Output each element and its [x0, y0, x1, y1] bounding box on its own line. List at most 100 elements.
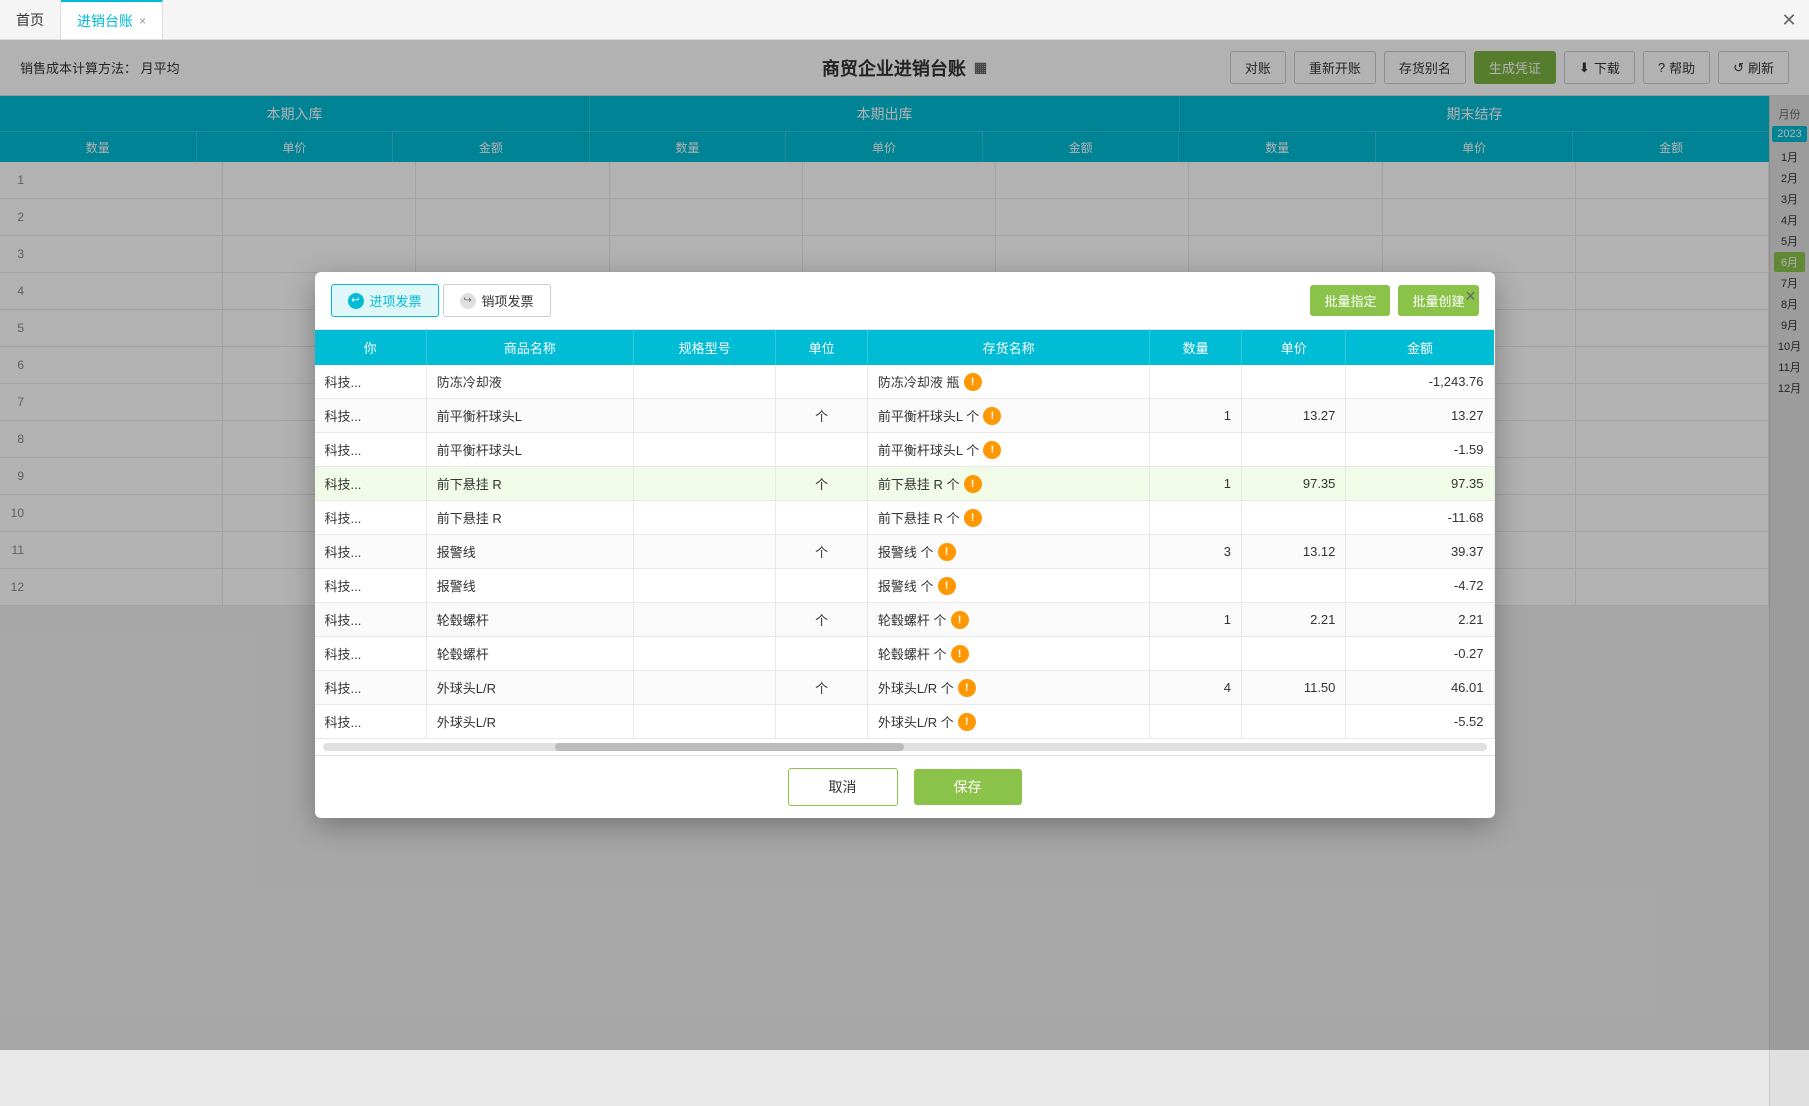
table-cell: -5.52: [1346, 705, 1494, 739]
warning-icon: !: [951, 645, 969, 663]
modal-tabs: ↩ 进项发票 ↪ 销项发票: [331, 284, 551, 317]
th-unit: 单位: [776, 330, 868, 365]
th-company: 你: [315, 330, 427, 365]
table-cell: 科技...: [315, 705, 427, 739]
warning-icon: !: [938, 577, 956, 595]
table-cell: -4.72: [1346, 569, 1494, 603]
table-cell: [776, 501, 868, 535]
table-cell: 报警线 个!: [868, 535, 1150, 568]
warning-icon: !: [958, 679, 976, 697]
table-cell: [1242, 433, 1346, 467]
warning-icon: !: [964, 373, 982, 391]
table-cell: 外球头L/R: [426, 705, 633, 739]
table-cell: -11.68: [1346, 501, 1494, 535]
table-cell: [633, 637, 775, 671]
modal-footer: 取消 保存: [315, 755, 1495, 818]
table-cell: [776, 705, 868, 739]
table-row: 科技...轮毂螺杆个轮毂螺杆 个!12.212.21: [315, 603, 1495, 637]
table-cell: 个: [776, 671, 868, 705]
home-label: 首页: [16, 10, 44, 30]
table-cell: [633, 365, 775, 399]
table-row: 科技...报警线报警线 个!-4.72: [315, 569, 1495, 603]
warning-icon: !: [951, 611, 969, 629]
tab-home[interactable]: 首页: [0, 0, 61, 39]
active-tab-label: 进销台账: [77, 11, 133, 31]
table-cell: [776, 637, 868, 671]
table-cell: -0.27: [1346, 637, 1494, 671]
table-cell: 科技...: [315, 433, 427, 467]
table-cell: 个: [776, 535, 868, 569]
table-cell: [1150, 365, 1242, 399]
table-cell: [776, 433, 868, 467]
table-row: 科技...前下悬挂 R前下悬挂 R 个!-11.68: [315, 501, 1495, 535]
tab-close-icon[interactable]: ×: [139, 15, 146, 27]
table-cell: 46.01: [1346, 671, 1494, 705]
table-cell: 前平衡杆球头L: [426, 433, 633, 467]
table-cell: [1150, 705, 1242, 739]
window-close-button[interactable]: ✕: [1769, 0, 1809, 40]
tab-active[interactable]: 进销台账 ×: [61, 0, 163, 39]
tab-incoming-invoice[interactable]: ↩ 进项发票: [331, 284, 439, 317]
table-cell: 科技...: [315, 365, 427, 399]
table-cell: 2.21: [1346, 603, 1494, 637]
save-button[interactable]: 保存: [914, 769, 1022, 805]
table-cell: 科技...: [315, 603, 427, 637]
table-cell: [633, 671, 775, 705]
table-row: 科技...前下悬挂 R个前下悬挂 R 个!197.3597.35: [315, 467, 1495, 501]
table-cell: [1150, 637, 1242, 671]
table-cell: 97.35: [1346, 467, 1494, 501]
table-cell: 轮毂螺杆: [426, 637, 633, 671]
scrollbar-thumb[interactable]: [555, 743, 904, 751]
warning-icon: !: [958, 713, 976, 731]
table-cell: 个: [776, 603, 868, 637]
table-cell: -1,243.76: [1346, 365, 1494, 399]
table-cell: 13.27: [1346, 399, 1494, 433]
table-cell: [776, 365, 868, 399]
modal-overlay: ↩ 进项发票 ↪ 销项发票 批量指定 批量创建 ×: [0, 40, 1809, 1050]
table-cell: [1150, 501, 1242, 535]
table-cell: 防冻冷却液: [426, 365, 633, 399]
table-cell: -1.59: [1346, 433, 1494, 467]
warning-icon: !: [964, 509, 982, 527]
th-unit-price: 单价: [1242, 330, 1346, 365]
table-cell: 个: [776, 399, 868, 433]
table-cell: 前平衡杆球头L 个!: [868, 399, 1150, 432]
top-bar: 首页 进销台账 × ✕: [0, 0, 1809, 40]
table-cell: 13.27: [1242, 399, 1346, 433]
table-cell: 前下悬挂 R: [426, 501, 633, 535]
table-cell: [1242, 365, 1346, 399]
table-cell: [633, 603, 775, 637]
tab-outgoing-invoice[interactable]: ↪ 销项发票: [443, 284, 551, 317]
table-cell: 前下悬挂 R: [426, 467, 633, 501]
table-row: 科技...前平衡杆球头L前平衡杆球头L 个!-1.59: [315, 433, 1495, 467]
modal-close-button[interactable]: ×: [1459, 284, 1483, 308]
horizontal-scrollbar[interactable]: [323, 743, 1487, 751]
table-cell: [1242, 569, 1346, 603]
warning-icon: !: [983, 441, 1001, 459]
th-product-name: 商品名称: [426, 330, 633, 365]
modal-body[interactable]: 你 商品名称 规格型号 单位 存货名称 数量 单价 金额 科技...防冻冷却液防…: [315, 330, 1495, 755]
table-cell: 报警线 个!: [868, 569, 1150, 602]
table-cell: 前平衡杆球头L: [426, 399, 633, 433]
th-spec: 规格型号: [633, 330, 775, 365]
table-cell: 科技...: [315, 399, 427, 433]
incoming-tab-label: 进项发票: [370, 291, 422, 310]
table-cell: 科技...: [315, 501, 427, 535]
main-content: 销售成本计算方法： 月平均 商贸企业进销台账 ▦ 对账 重新开账 存货别名 生成…: [0, 40, 1809, 1050]
batch-assign-button[interactable]: 批量指定: [1310, 285, 1390, 316]
table-cell: 科技...: [315, 467, 427, 501]
table-cell: 报警线: [426, 569, 633, 603]
table-cell: 97.35: [1242, 467, 1346, 501]
table-cell: 轮毂螺杆 个!: [868, 637, 1150, 670]
table-cell: 防冻冷却液 瓶!: [868, 365, 1150, 398]
table-cell: 个: [776, 467, 868, 501]
cancel-button[interactable]: 取消: [788, 768, 898, 806]
table-cell: 报警线: [426, 535, 633, 569]
incoming-tab-icon: ↩: [348, 293, 364, 309]
th-quantity: 数量: [1150, 330, 1242, 365]
table-cell: [633, 705, 775, 739]
table-cell: 科技...: [315, 671, 427, 705]
table-cell: [1242, 637, 1346, 671]
invoice-table: 你 商品名称 规格型号 单位 存货名称 数量 单价 金额 科技...防冻冷却液防…: [315, 330, 1495, 739]
table-cell: [633, 399, 775, 433]
